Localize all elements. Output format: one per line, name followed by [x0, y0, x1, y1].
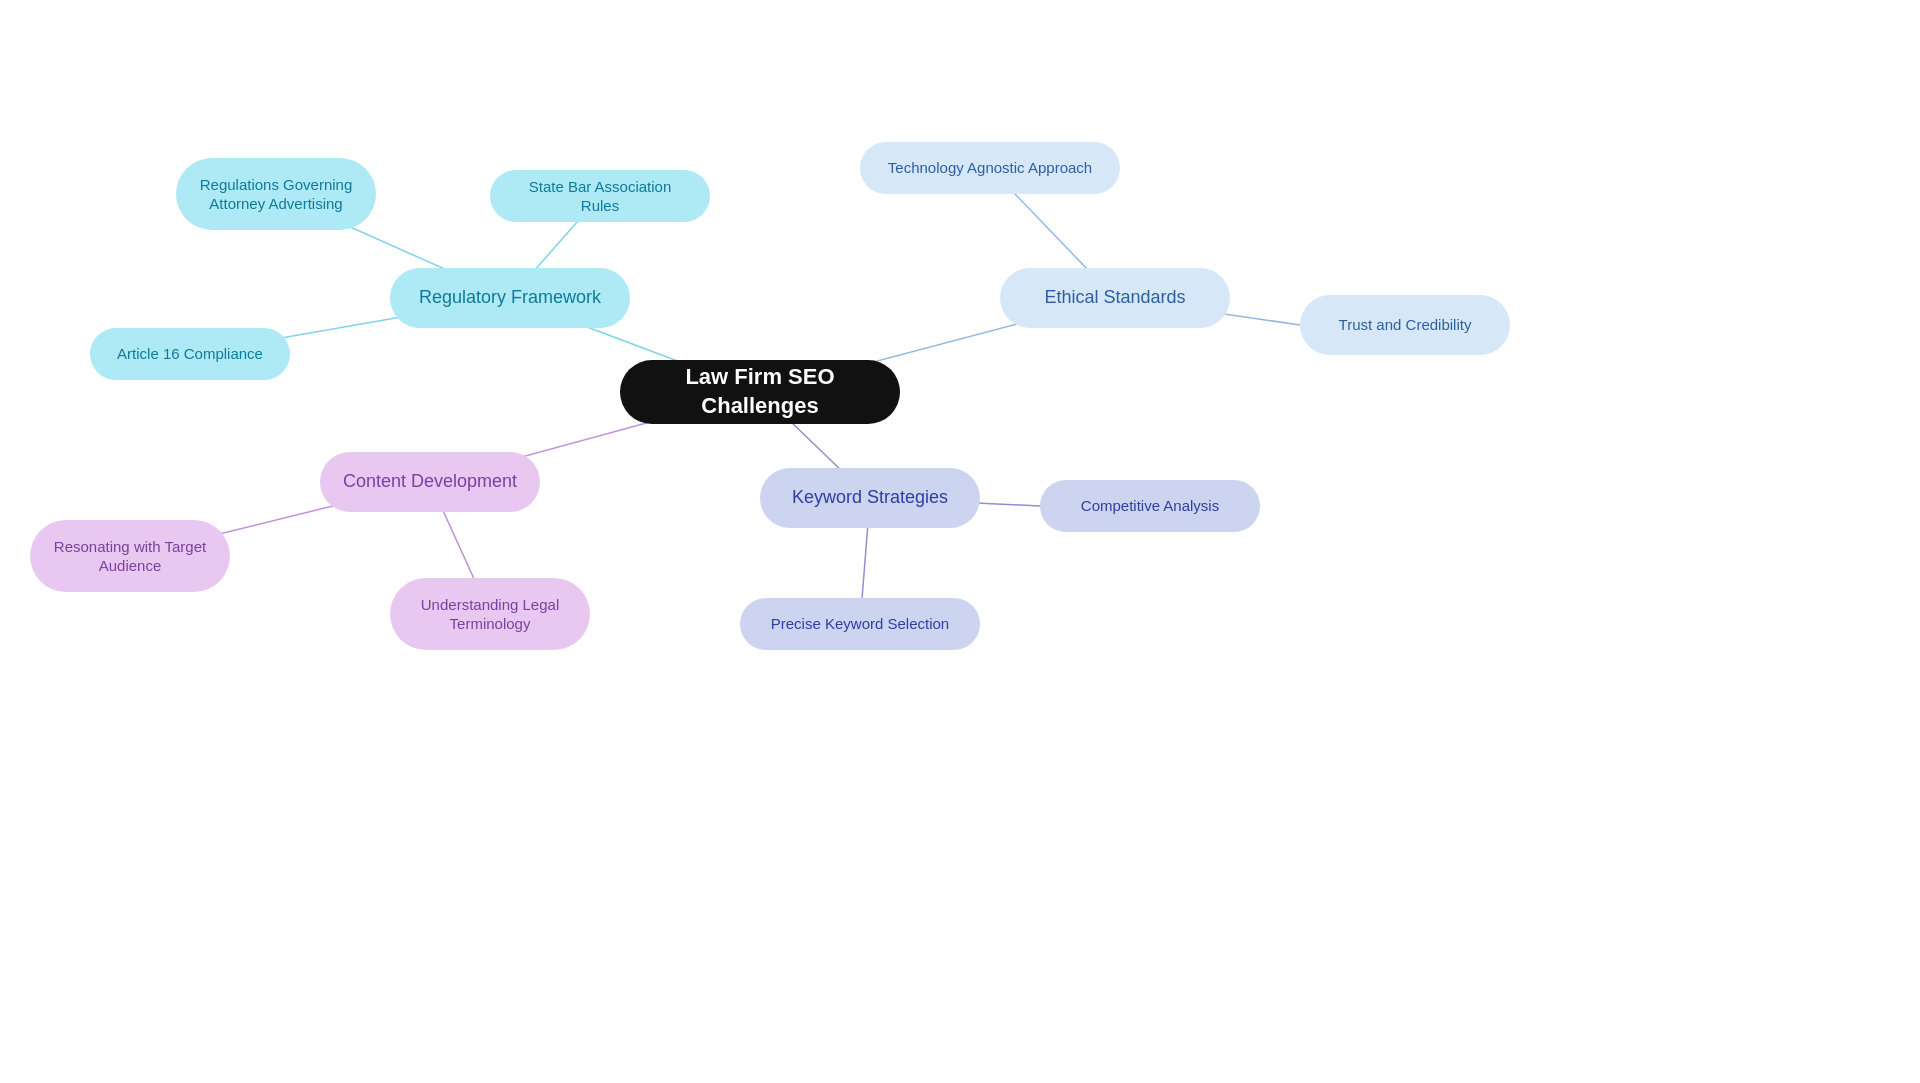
center-node: Law Firm SEO Challenges — [620, 360, 900, 424]
node-content-development: Content Development — [320, 452, 540, 512]
node-ethical-standards: Ethical Standards — [1000, 268, 1230, 328]
node-regulations-governing: Regulations Governing Attorney Advertisi… — [176, 158, 376, 230]
node-technology-agnostic: Technology Agnostic Approach — [860, 142, 1120, 194]
node-competitive-analysis: Competitive Analysis — [1040, 480, 1260, 532]
node-precise-keyword: Precise Keyword Selection — [740, 598, 980, 650]
node-keyword-strategies: Keyword Strategies — [760, 468, 980, 528]
node-trust-credibility: Trust and Credibility — [1300, 295, 1510, 355]
node-article16: Article 16 Compliance — [90, 328, 290, 380]
node-understanding-legal: Understanding Legal Terminology — [390, 578, 590, 650]
node-state-bar: State Bar Association Rules — [490, 170, 710, 222]
node-regulatory-framework: Regulatory Framework — [390, 268, 630, 328]
node-resonating: Resonating with Target Audience — [30, 520, 230, 592]
